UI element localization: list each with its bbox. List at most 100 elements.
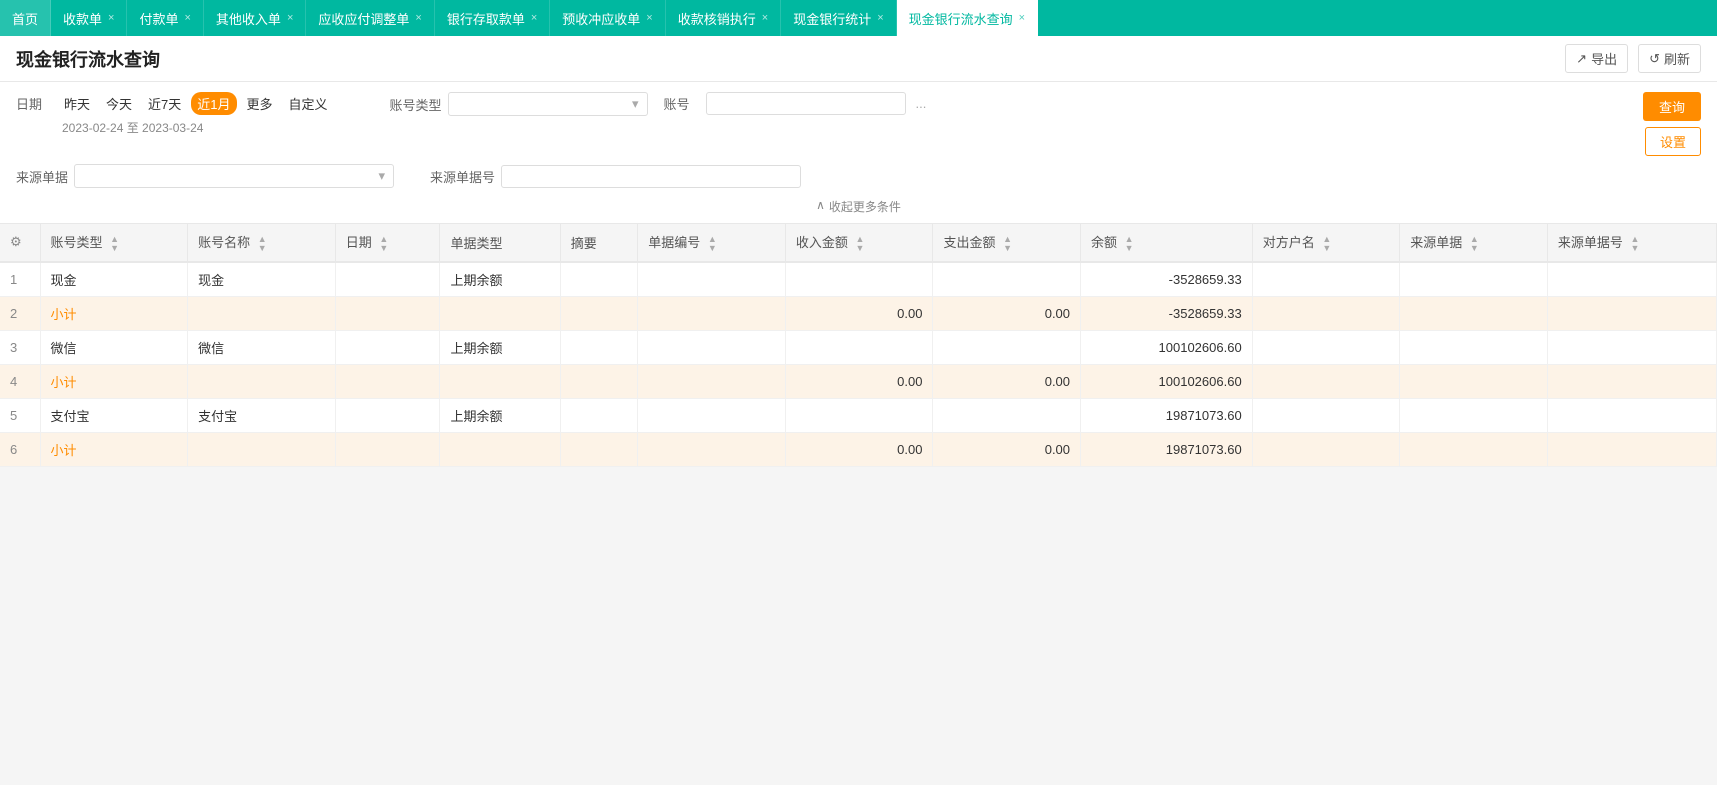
income-cell: 0.00 (785, 296, 933, 330)
table-row: 5支付宝支付宝上期余额19871073.60 (0, 398, 1717, 432)
sort-icon: ▲▼ (708, 235, 717, 253)
nav-ar-ap-adjust[interactable]: 应收应付调整单 × (306, 0, 434, 36)
summary-cell (560, 364, 637, 398)
nav-other-income[interactable]: 其他收入单 × (204, 0, 306, 36)
th-gear[interactable]: ⚙ (0, 224, 40, 262)
account-type-cell: 小计 (40, 296, 188, 330)
source-doc-num-label: 来源单据号 (430, 167, 495, 186)
close-icon[interactable]: × (415, 12, 421, 24)
account-type-cell: 小计 (40, 364, 188, 398)
account-type-cell: 支付宝 (40, 398, 188, 432)
query-button[interactable]: 查询 (1643, 92, 1701, 121)
nav-receipt-exec[interactable]: 收款核销执行 × (666, 0, 781, 36)
th-source-doc-no[interactable]: 来源单据号 ▲▼ (1547, 224, 1716, 262)
account-name-cell (188, 432, 336, 466)
shortcut-more[interactable]: 更多 (241, 92, 279, 115)
balance-cell: 100102606.60 (1081, 330, 1253, 364)
counterpart-cell (1252, 364, 1400, 398)
page-header: 现金银行流水查询 ↗ 导出 ↺ 刷新 (0, 36, 1717, 82)
source-doc-select[interactable]: ▾ (74, 164, 394, 188)
close-icon[interactable]: × (762, 12, 768, 24)
th-doc-type[interactable]: 单据类型 (440, 224, 560, 262)
source-doc-no-cell (1547, 262, 1716, 297)
refresh-icon: ↺ (1649, 51, 1660, 67)
th-counterpart[interactable]: 对方户名 ▲▼ (1252, 224, 1400, 262)
th-date[interactable]: 日期 ▲▼ (335, 224, 440, 262)
summary-cell (560, 398, 637, 432)
nav-home[interactable]: 首页 (0, 0, 51, 36)
source-doc-no-cell (1547, 296, 1716, 330)
counterpart-cell (1252, 398, 1400, 432)
doc-no-cell (638, 432, 786, 466)
header-actions: ↗ 导出 ↺ 刷新 (1565, 44, 1701, 73)
nav-payment[interactable]: 付款单 × (127, 0, 203, 36)
account-type-select[interactable]: ▾ (448, 92, 648, 116)
shortcut-7days[interactable]: 近7天 (142, 92, 187, 115)
expense-cell: 0.00 (933, 432, 1081, 466)
doc-type-cell: 上期余额 (440, 398, 560, 432)
sort-icon: ▲▼ (258, 235, 267, 253)
nav-prepaid-offset[interactable]: 预收冲应收单 × (550, 0, 665, 36)
th-doc-no[interactable]: 单据编号 ▲▼ (638, 224, 786, 262)
source-doc-label: 来源单据 (16, 167, 68, 186)
nav-cash-bank-stat[interactable]: 现金银行统计 × (781, 0, 896, 36)
collapse-bar[interactable]: ∧ 收起更多条件 (16, 194, 1701, 217)
sort-icon: ▲▼ (1125, 235, 1134, 253)
close-icon[interactable]: × (108, 12, 114, 24)
close-icon[interactable]: × (877, 12, 883, 24)
balance-cell: 19871073.60 (1081, 398, 1253, 432)
close-icon[interactable]: × (646, 12, 652, 24)
th-balance[interactable]: 余额 ▲▼ (1081, 224, 1253, 262)
account-dots-button[interactable]: ... (912, 96, 931, 111)
export-icon: ↗ (1576, 51, 1587, 67)
sort-icon: ▲▼ (855, 235, 864, 253)
collapse-up-icon: ∧ (816, 198, 825, 215)
doc-type-cell: 上期余额 (440, 330, 560, 364)
nav-receipt[interactable]: 收款单 × (51, 0, 127, 36)
income-cell: 0.00 (785, 364, 933, 398)
table-header-row: ⚙ 账号类型 ▲▼ 账号名称 ▲▼ 日期 ▲▼ 单据类型 摘 (0, 224, 1717, 262)
source-doc-num-input[interactable] (501, 165, 801, 188)
close-icon[interactable]: × (287, 12, 293, 24)
shortcut-yesterday[interactable]: 昨天 (58, 92, 96, 115)
row-num: 5 (0, 398, 40, 432)
th-expense[interactable]: 支出金额 ▲▼ (933, 224, 1081, 262)
doc-type-cell: 上期余额 (440, 262, 560, 297)
top-nav: 首页 收款单 × 付款单 × 其他收入单 × 应收应付调整单 × 银行存取款单 … (0, 0, 1717, 36)
row-num: 1 (0, 262, 40, 297)
balance-cell: -3528659.33 (1081, 296, 1253, 330)
balance-cell: 100102606.60 (1081, 364, 1253, 398)
chevron-down-icon: ▾ (378, 168, 385, 184)
shortcut-custom[interactable]: 自定义 (283, 92, 334, 115)
close-icon[interactable]: × (1019, 12, 1025, 24)
date-cell (335, 330, 440, 364)
date-label: 日期 (16, 94, 52, 113)
sort-icon: ▲▼ (1631, 235, 1640, 253)
account-input[interactable] (706, 92, 906, 115)
income-cell (785, 398, 933, 432)
account-name-cell: 支付宝 (188, 398, 336, 432)
nav-cash-bank-flow[interactable]: 现金银行流水查询 × (897, 0, 1038, 36)
shortcut-today[interactable]: 今天 (100, 92, 138, 115)
settings-button[interactable]: 设置 (1645, 127, 1701, 156)
account-type-cell: 微信 (40, 330, 188, 364)
counterpart-cell (1252, 330, 1400, 364)
doc-no-cell (638, 330, 786, 364)
gear-icon[interactable]: ⚙ (10, 234, 22, 249)
close-icon[interactable]: × (184, 12, 190, 24)
refresh-button[interactable]: ↺ 刷新 (1638, 44, 1701, 73)
th-income[interactable]: 收入金额 ▲▼ (785, 224, 933, 262)
summary-cell (560, 296, 637, 330)
th-account-name[interactable]: 账号名称 ▲▼ (188, 224, 336, 262)
close-icon[interactable]: × (531, 12, 537, 24)
th-account-type[interactable]: 账号类型 ▲▼ (40, 224, 188, 262)
nav-bank-deposit[interactable]: 银行存取款单 × (435, 0, 550, 36)
th-source-doc[interactable]: 来源单据 ▲▼ (1400, 224, 1548, 262)
shortcut-1month[interactable]: 近1月 (191, 92, 236, 115)
summary-cell (560, 330, 637, 364)
row-num: 3 (0, 330, 40, 364)
export-button[interactable]: ↗ 导出 (1565, 44, 1628, 73)
sort-icon: ▲▼ (1003, 235, 1012, 253)
th-summary[interactable]: 摘要 (560, 224, 637, 262)
doc-no-cell (638, 398, 786, 432)
